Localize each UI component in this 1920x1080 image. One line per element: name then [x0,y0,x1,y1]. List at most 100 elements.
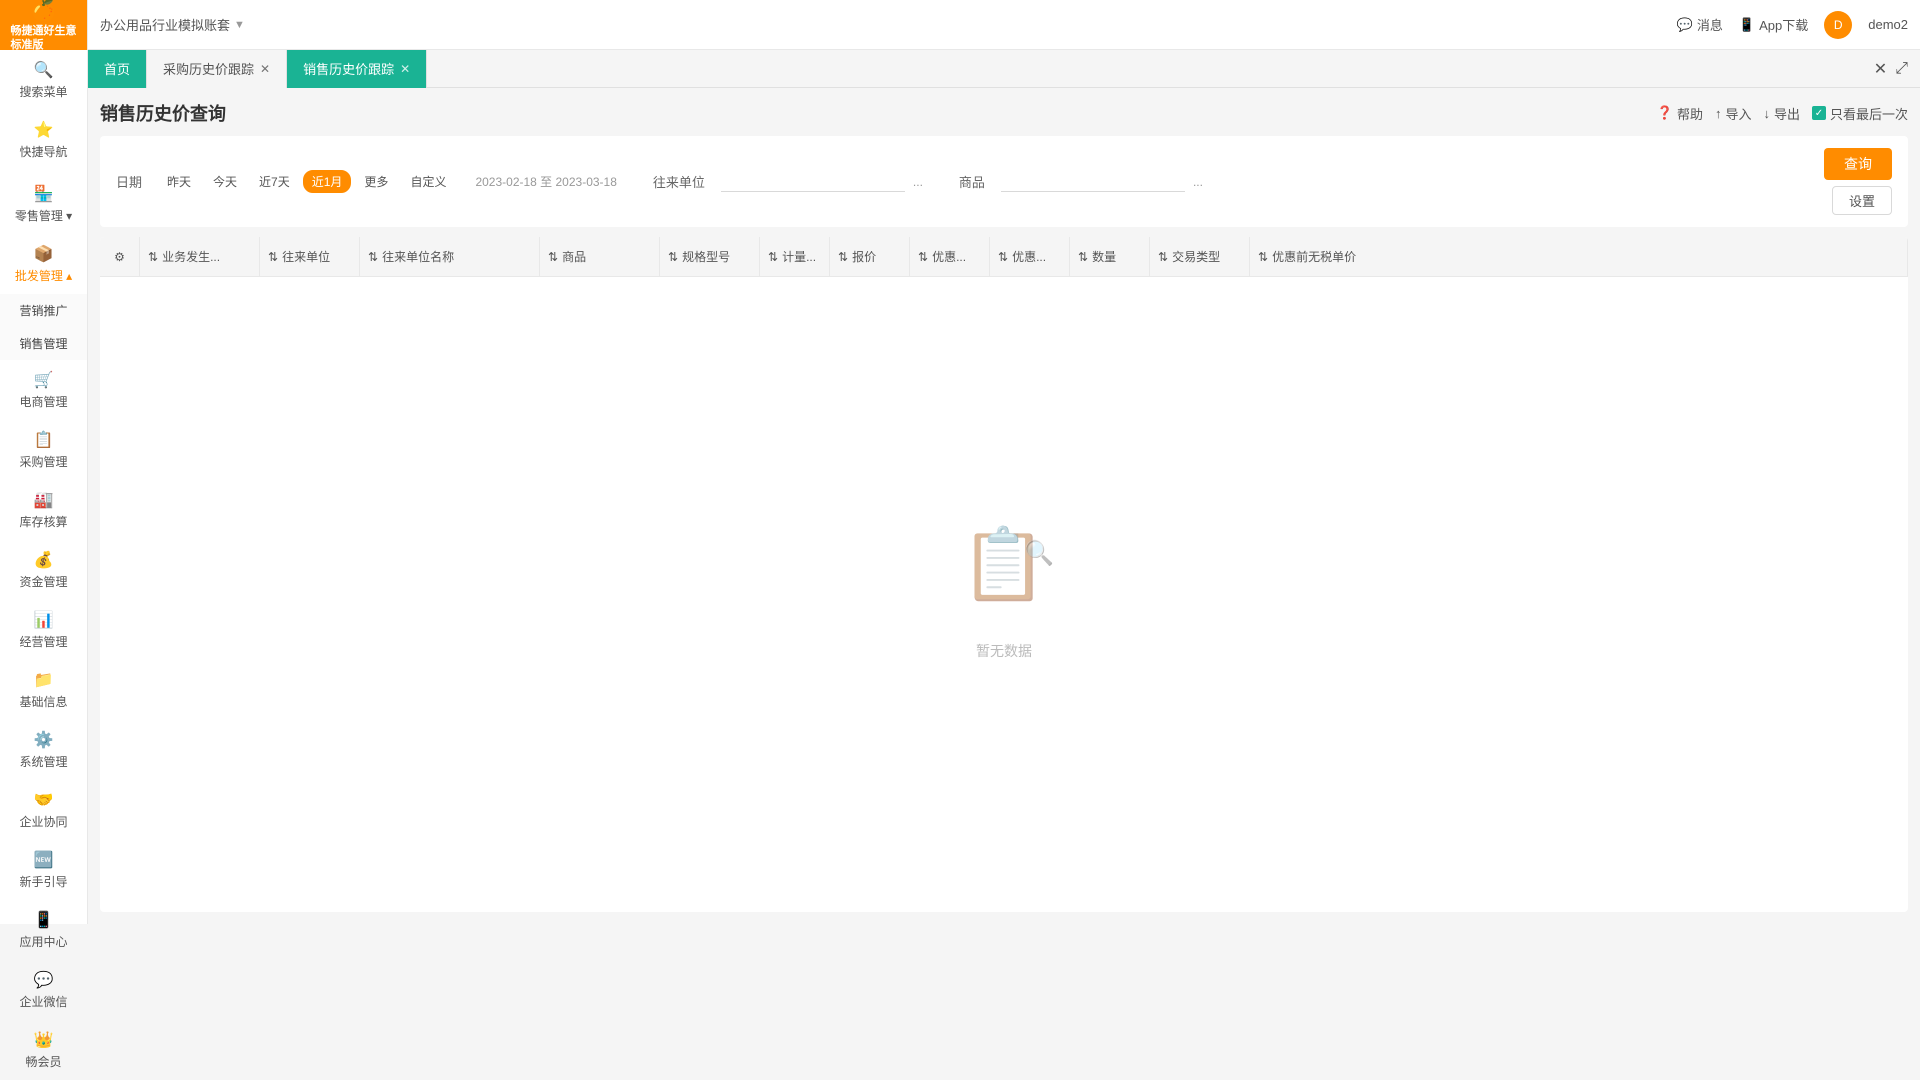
th-product-label: 商品 [562,248,586,265]
message-label: 消息 [1697,15,1723,34]
th-discount1-label: 优惠... [932,248,966,265]
sort-icon-discount1: ⇅ [918,250,928,264]
filter-unit-dots[interactable]: ... [913,175,923,189]
tab-home[interactable]: 首页 [88,50,147,88]
tab-purchase-history[interactable]: 采购历史价跟踪 ✕ [147,50,287,88]
tabs-expand-icon[interactable]: ⤢ [1895,60,1908,78]
sidebar-item-newuser[interactable]: 🆕 新手引导 [0,840,87,900]
topbar-app-title: 办公用品行业模拟账套 [100,15,230,34]
sidebar: 🍊 畅捷通好生意 标准版 🔍 搜索菜单 ⭐ 快捷导航 🏪 零售管理 ▾ 📦 批发… [0,0,88,924]
sidebar-item-enterprise[interactable]: 🤝 企业协同 [0,780,87,840]
filter-unit-input[interactable] [721,172,905,192]
search-icon: 🔍 [4,60,83,80]
sidebar-item-search[interactable]: 🔍 搜索菜单 [0,50,87,110]
th-date[interactable]: ⇅ 业务发生... [140,237,260,276]
tab-purchase-history-close[interactable]: ✕ [260,62,270,76]
page-title: 销售历史价查询 [100,100,226,126]
th-product[interactable]: ⇅ 商品 [540,237,660,276]
sidebar-item-basic[interactable]: 📁 基础信息 [0,660,87,720]
date-btn-yesterday[interactable]: 昨天 [158,170,200,193]
only-last-checkbox[interactable]: ✓ 只看最后一次 [1812,104,1908,123]
sidebar-item-member[interactable]: 👑 畅会员 [0,1020,87,1080]
tab-sales-history[interactable]: 销售历史价跟踪 ✕ [287,50,427,88]
finance-icon: 💰 [4,550,83,570]
th-gear[interactable]: ⚙ [100,237,140,276]
tool-export[interactable]: ↓ 导出 [1763,104,1800,123]
th-tax-price[interactable]: ⇅ 优惠前无税单价 [1250,237,1908,276]
purchase-icon: 📋 [4,430,83,450]
tab-purchase-history-label: 采购历史价跟踪 [163,59,254,78]
sidebar-item-label-shortcuts: 快捷导航 [19,145,67,159]
retail-icon: 🏪 [4,184,83,204]
newuser-icon: 🆕 [4,850,83,870]
system-icon: ⚙️ [4,730,83,750]
content-area: 销售历史价查询 ❓ 帮助 ↑ 导入 ↓ 导出 ✓ 只看最后一次 [88,88,1920,924]
date-btn-more[interactable]: 更多 [355,170,397,193]
sidebar-item-label-member: 畅会员 [25,1055,61,1069]
sidebar-item-corp-wechat[interactable]: 💬 企业微信 [0,960,87,1020]
th-unit-name[interactable]: ⇅ 往来单位名称 [360,237,540,276]
sidebar-item-label-sales-mgmt: 销售管理 [19,337,67,351]
th-unit-code-label: 往来单位 [282,248,330,265]
topbar-dropdown-icon[interactable]: ▼ [234,19,245,31]
ecommerce-icon: 🛒 [4,370,83,390]
th-price[interactable]: ⇅ 报价 [830,237,910,276]
th-trade-type[interactable]: ⇅ 交易类型 [1150,237,1250,276]
th-discount1[interactable]: ⇅ 优惠... [910,237,990,276]
corp-wechat-icon: 💬 [4,970,83,990]
sort-icon-qty: ⇅ [1078,250,1088,264]
date-btn-last1m[interactable]: 近1月 [303,170,352,193]
sidebar-item-label-operations: 经营管理 [19,635,67,649]
filter-product-input[interactable] [1001,172,1185,192]
sidebar-item-label-retail: 零售管理 ▾ [15,209,72,223]
operations-icon: 📊 [4,610,83,630]
settings-button[interactable]: 设置 [1832,186,1892,215]
tool-help[interactable]: ❓ 帮助 [1657,104,1703,123]
tabs-close-icon[interactable]: ✕ [1874,59,1887,79]
sidebar-item-operations[interactable]: 📊 经营管理 [0,600,87,660]
date-btn-custom[interactable]: 自定义 [401,170,455,193]
sidebar-item-system[interactable]: ⚙️ 系统管理 [0,720,87,780]
sidebar-item-purchase[interactable]: 📋 采购管理 [0,420,87,480]
sidebar-item-wholesale[interactable]: 📦 批发管理 ▴ [0,234,87,294]
filter-product-dots[interactable]: ... [1193,175,1203,189]
th-unit-measure[interactable]: ⇅ 计量... [760,237,830,276]
query-button[interactable]: 查询 [1824,148,1892,180]
date-btn-last7[interactable]: 近7天 [250,170,299,193]
sidebar-item-appstore[interactable]: 📱 应用中心 [0,900,87,960]
sort-icon-spec: ⇅ [668,250,678,264]
sort-icon-tax-price: ⇅ [1258,250,1268,264]
import-icon: ↑ [1715,106,1722,121]
topbar-app-download[interactable]: 📱 App下载 [1739,15,1808,34]
logo-icon: 🍊 [31,0,56,23]
sidebar-item-retail[interactable]: 🏪 零售管理 ▾ [0,174,87,234]
sidebar-item-ecommerce[interactable]: 🛒 电商管理 [0,360,87,420]
sidebar-item-label-wholesale: 批发管理 ▴ [15,269,72,283]
tool-import[interactable]: ↑ 导入 [1715,104,1752,123]
th-tax-price-label: 优惠前无税单价 [1272,248,1356,265]
date-btn-today[interactable]: 今天 [204,170,246,193]
appstore-icon: 📱 [4,910,83,930]
filter-product-label: 商品 [959,172,985,191]
sidebar-item-label-newuser: 新手引导 [19,875,67,889]
sidebar-item-finance[interactable]: 💰 资金管理 [0,540,87,600]
member-icon: 👑 [4,1030,83,1050]
sidebar-item-label-marketing: 营销推广 [19,304,67,318]
sidebar-item-sales-mgmt[interactable]: 销售管理 [0,327,87,360]
th-spec[interactable]: ⇅ 规格型号 [660,237,760,276]
th-discount2[interactable]: ⇅ 优惠... [990,237,1070,276]
sidebar-item-inventory[interactable]: 🏭 库存核算 [0,480,87,540]
only-last-label: 只看最后一次 [1830,104,1908,123]
user-avatar[interactable]: D [1824,11,1852,39]
sort-icon-unit-measure: ⇅ [768,250,778,264]
user-name[interactable]: demo2 [1868,17,1908,32]
sidebar-item-marketing[interactable]: 营销推广 [0,294,87,327]
topbar-message[interactable]: 💬 消息 [1677,15,1723,34]
message-icon: 💬 [1677,17,1693,33]
th-qty[interactable]: ⇅ 数量 [1070,237,1150,276]
tab-sales-history-label: 销售历史价跟踪 [303,59,394,78]
sidebar-item-shortcuts[interactable]: ⭐ 快捷导航 [0,110,87,170]
th-unit-code[interactable]: ⇅ 往来单位 [260,237,360,276]
tab-sales-history-close[interactable]: ✕ [400,62,410,76]
export-label: 导出 [1774,104,1800,123]
